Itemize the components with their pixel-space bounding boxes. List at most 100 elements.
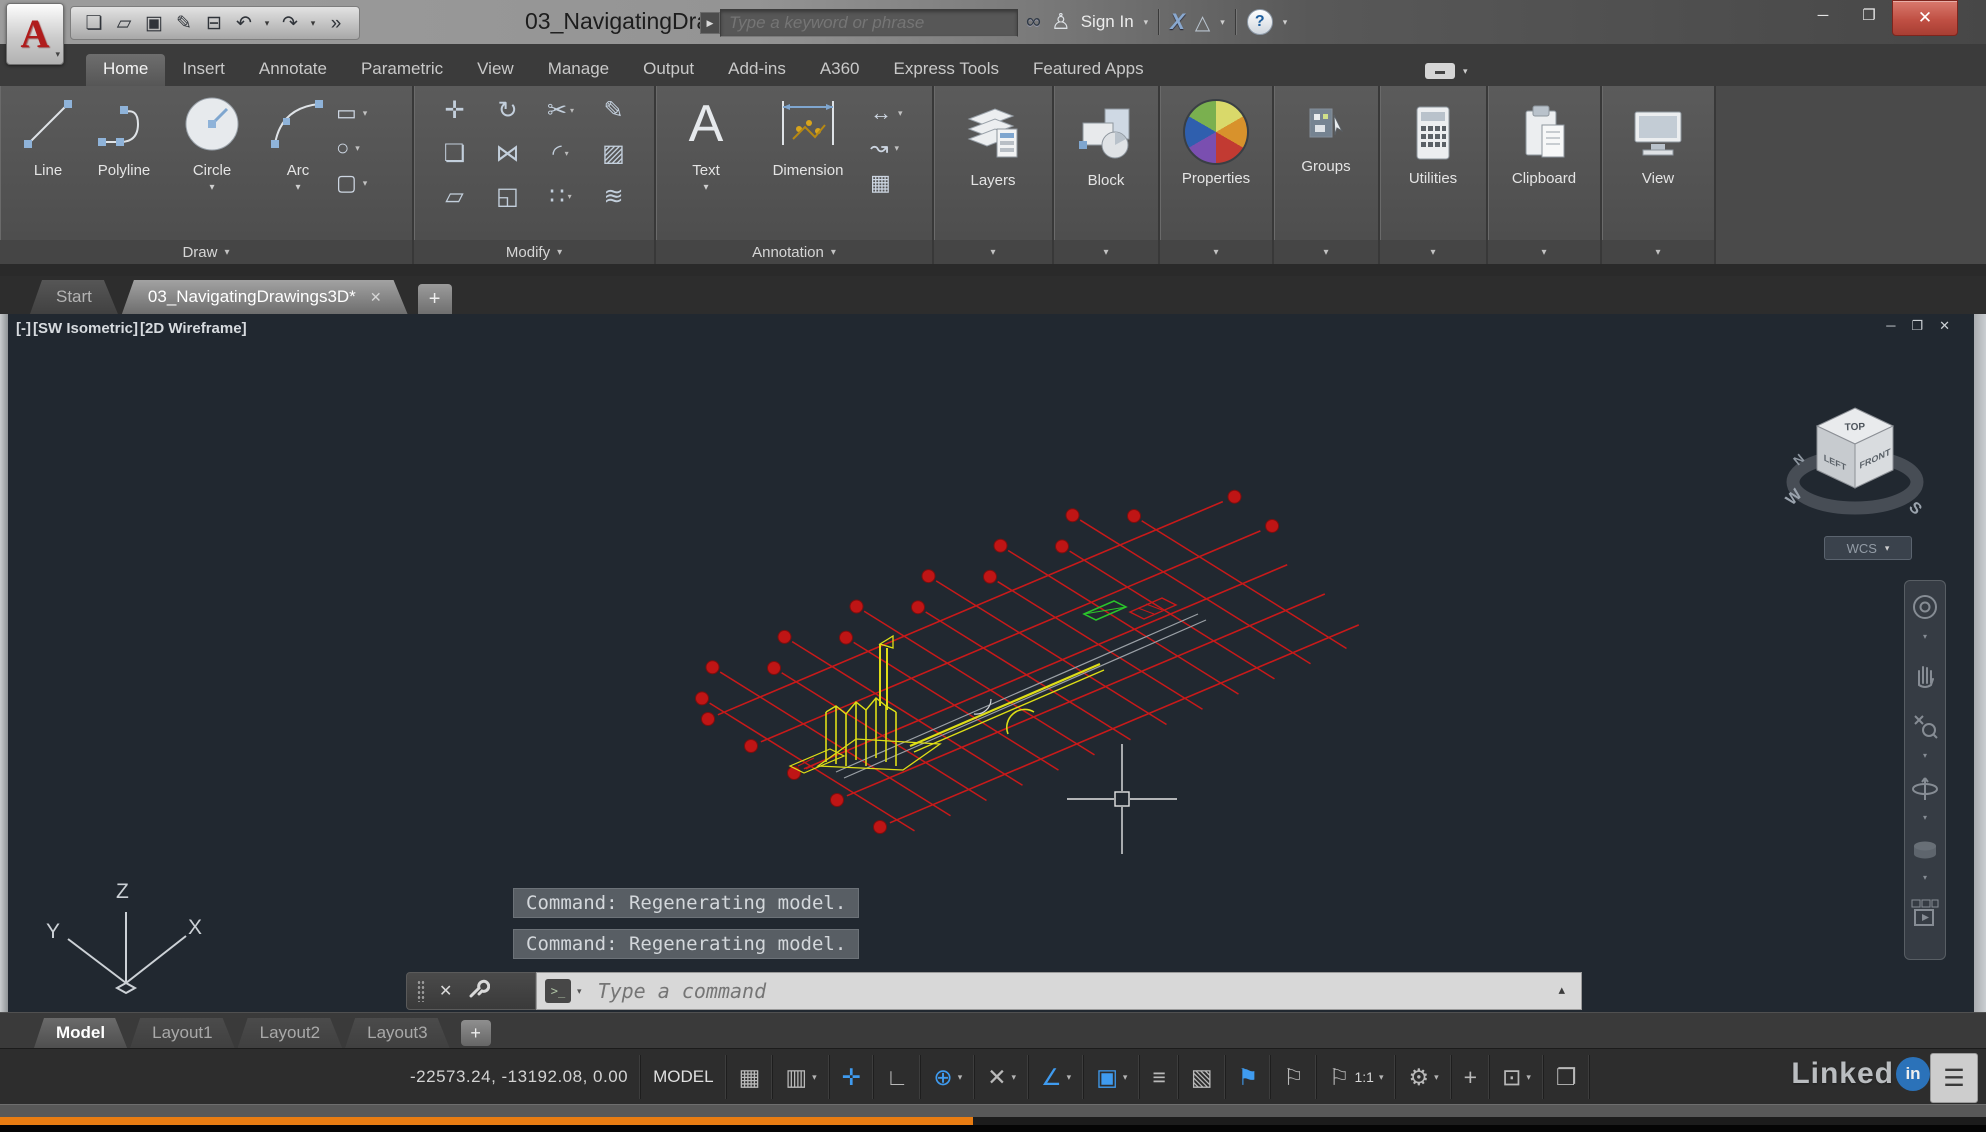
isometric-drafting-toggle[interactable]: ✕ ▾ [975, 1055, 1029, 1099]
command-bar-grip[interactable]: ✕ [406, 972, 536, 1010]
redo-button[interactable]: ↷ [277, 10, 303, 36]
search-icon[interactable]: ∞ [1026, 9, 1041, 35]
modify-panel-caption[interactable]: Modify ▾ [414, 240, 654, 264]
exchange-apps-icon[interactable]: X [1170, 9, 1185, 35]
chevron-down-icon[interactable]: ▾ [1434, 1072, 1439, 1083]
new-drawing-tab-button[interactable]: + [418, 284, 452, 314]
chevron-down-icon[interactable]: ▾ [1123, 1072, 1128, 1083]
ribbon-tab[interactable]: Output [626, 54, 711, 86]
draw-panel-caption[interactable]: Draw ▾ [0, 240, 412, 264]
arc-tool[interactable]: Arc ▾ [262, 92, 334, 193]
chevron-down-icon[interactable]: ▾ [1012, 1072, 1017, 1083]
chevron-down-icon[interactable]: ▾ [363, 108, 368, 119]
hardware-acceleration-button[interactable]: ⊡ ▾ [1490, 1055, 1544, 1099]
move-tool[interactable]: ✛ [428, 96, 481, 125]
ribbon-tab[interactable]: Manage [531, 54, 626, 86]
steering-wheel-icon[interactable] [1910, 838, 1940, 867]
close-icon[interactable]: ✕ [439, 981, 452, 1001]
layout-tab[interactable]: Layout2 [238, 1018, 343, 1048]
chevron-down-icon[interactable]: ▾ [1379, 1072, 1384, 1083]
redo-dropdown[interactable]: ▾ [307, 10, 319, 36]
utilities-panel[interactable]: Utilities ▾ [1380, 86, 1488, 264]
transparency-toggle[interactable]: ▧ [1179, 1055, 1226, 1099]
drawing-canvas[interactable]: [-] [SW Isometric] [2D Wireframe] ─ ❐ ✕ … [8, 314, 1974, 1012]
rectangle-tool[interactable]: ▭▾ [336, 100, 367, 126]
help-dropdown[interactable]: ▾ [1283, 17, 1288, 28]
file-tab[interactable]: Start [30, 280, 118, 314]
ribbon-display-options[interactable]: ▬ ▾ [1425, 63, 1468, 79]
window-right-border[interactable] [1974, 314, 1986, 1104]
polar-tracking-toggle[interactable]: ⊕ ▾ [921, 1055, 975, 1099]
grid-display-toggle[interactable]: ▦ [727, 1055, 774, 1099]
annotation-scale-button[interactable]: ⚐ 1:1 ▾ [1317, 1055, 1397, 1099]
text-tool[interactable]: A Text ▾ [670, 92, 742, 193]
layout-tab[interactable]: Layout1 [130, 1018, 235, 1048]
view-panel-caption[interactable]: ▾ [1602, 240, 1714, 264]
search-go-button[interactable]: ▶ [700, 12, 720, 34]
qat-more-button[interactable]: » [323, 10, 349, 36]
history-collapse-icon[interactable]: ▴ [1558, 982, 1565, 998]
customization-button[interactable]: ☰ [1930, 1053, 1978, 1103]
visual-style-control[interactable]: [2D Wireframe] [140, 320, 247, 337]
annotation-panel-caption[interactable]: Annotation ▾ [656, 240, 932, 264]
ellipse-tool[interactable]: ○▾ [336, 135, 367, 161]
isolate-objects-button[interactable]: + [1452, 1055, 1490, 1099]
line-tool[interactable]: Line [12, 92, 84, 179]
circle-tool[interactable]: Circle ▾ [176, 92, 248, 193]
rotate-tool[interactable]: ↻ [481, 96, 534, 125]
undo-button[interactable]: ↶ [231, 10, 257, 36]
ribbon-tab[interactable]: Featured Apps [1016, 54, 1161, 86]
clean-screen-button[interactable]: ❐ [1544, 1055, 1590, 1099]
properties-panel[interactable]: Properties ▾ [1160, 86, 1274, 264]
user-icon[interactable]: ♙ [1051, 9, 1071, 35]
orbit-icon[interactable] [1910, 776, 1940, 807]
viewport-menu-control[interactable]: [-] [16, 320, 31, 337]
new-file-button[interactable]: ❏ [81, 10, 107, 36]
sign-in-button[interactable]: Sign In [1081, 12, 1134, 32]
chevron-down-icon[interactable]: ▾ [1923, 873, 1927, 882]
ribbon-tab[interactable]: A360 [803, 54, 877, 86]
chevron-down-icon[interactable]: ▾ [1067, 1072, 1072, 1083]
linear-dimension-tool[interactable]: ↔▾ [870, 100, 903, 126]
chevron-down-icon[interactable]: ▾ [565, 149, 569, 158]
chevron-down-icon[interactable]: ▾ [898, 108, 903, 119]
lineweight-toggle[interactable]: ≡ [1140, 1055, 1178, 1099]
plot-button[interactable]: ⊟ [201, 10, 227, 36]
utilities-panel-caption[interactable]: ▾ [1380, 240, 1486, 264]
chevron-down-icon[interactable]: ▾ [1923, 813, 1927, 822]
close-icon[interactable]: ✕ [370, 289, 382, 306]
new-layout-button[interactable]: + [461, 1020, 491, 1046]
explode-tool[interactable]: ▨ [587, 139, 640, 168]
close-button[interactable]: ✕ [1892, 0, 1958, 36]
doc-restore-button[interactable]: ❐ [1911, 318, 1923, 334]
block-panel[interactable]: Block ▾ [1054, 86, 1160, 264]
minimize-button[interactable]: ─ [1800, 0, 1846, 30]
workspace-switching-button[interactable]: ⚙ ▾ [1396, 1055, 1451, 1099]
open-file-button[interactable]: ▱ [111, 10, 137, 36]
annotation-visibility-toggle[interactable]: ⚑ [1226, 1055, 1272, 1099]
chevron-down-icon[interactable]: ▾ [355, 143, 360, 154]
chevron-down-icon[interactable]: ▾ [958, 1072, 963, 1083]
doc-close-button[interactable]: ✕ [1939, 318, 1950, 334]
clipboard-panel-caption[interactable]: ▾ [1488, 240, 1600, 264]
navigation-wheel-icon[interactable] [1911, 593, 1939, 626]
chevron-down-icon[interactable]: ▾ [703, 182, 708, 193]
view-panel[interactable]: View ▾ [1602, 86, 1716, 264]
chevron-down-icon[interactable]: ▾ [295, 182, 300, 193]
dimension-tool[interactable]: Dimension [760, 92, 856, 179]
command-input[interactable] [596, 978, 1581, 1004]
offset-tool[interactable]: ≋ [587, 182, 640, 211]
doc-minimize-button[interactable]: ─ [1886, 318, 1895, 334]
chevron-down-icon[interactable]: ▾ [568, 192, 572, 201]
maximize-button[interactable]: ❐ [1846, 0, 1892, 30]
save-button[interactable]: ▣ [141, 10, 167, 36]
array-tool[interactable]: ∷▾ [534, 182, 587, 211]
search-input[interactable] [721, 13, 1017, 33]
ribbon-tab[interactable]: Express Tools [877, 54, 1017, 86]
chevron-down-icon[interactable]: ▾ [577, 986, 582, 997]
chevron-down-icon[interactable]: ▾ [1526, 1072, 1531, 1083]
chevron-down-icon[interactable]: ▾ [894, 143, 899, 154]
ribbon-tab[interactable]: Annotate [242, 54, 344, 86]
scale-tool[interactable]: ◱ [481, 182, 534, 211]
wcs-dropdown[interactable]: WCS ▾ [1824, 536, 1912, 560]
